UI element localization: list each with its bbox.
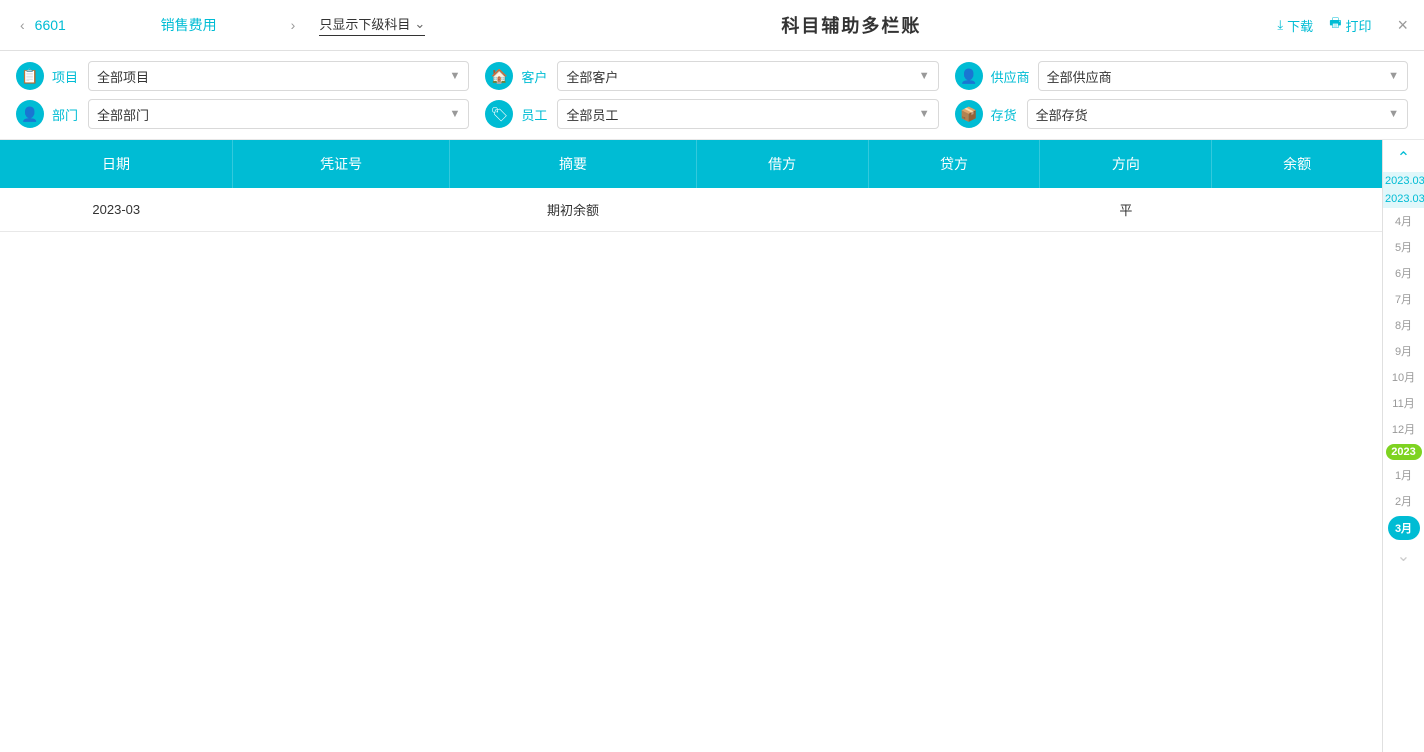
print-icon: 🖶 <box>1329 14 1341 36</box>
employee-label: 员工 <box>521 105 549 124</box>
show-sub-label: 只显示下级科目 <box>319 14 410 33</box>
download-icon: ⤓ <box>1277 17 1283 33</box>
cell-debit <box>696 188 868 232</box>
customer-icon: 🏠 <box>485 62 513 90</box>
cell-date: 2023-03 <box>0 188 233 232</box>
customer-select[interactable]: 全部客户 ▼ <box>557 61 938 91</box>
department-value: 全部部门 <box>97 105 149 124</box>
timeline-panel: ⌃ 2023.03 2023.03 4月 5月 6月 7月 8月 9月 10月 <box>1382 140 1424 752</box>
col-debit: 借方 <box>696 140 868 188</box>
cell-credit <box>868 188 1040 232</box>
customer-label: 客户 <box>521 67 549 86</box>
supplier-select[interactable]: 全部供应商 ▼ <box>1038 61 1408 91</box>
timeline-month-3-selected[interactable]: 3月 <box>1388 516 1420 540</box>
supplier-filter-row: 👤 供应商 全部供应商 ▼ <box>955 61 1408 91</box>
account-code-label: 6601 <box>35 17 155 33</box>
timeline-month-5[interactable]: 5月 <box>1383 234 1424 260</box>
department-label: 部门 <box>52 105 80 124</box>
download-button[interactable]: ⤓ 下载 <box>1277 16 1313 35</box>
table-header-row: 日期 凭证号 摘要 借方 贷方 方向 余额 <box>0 140 1382 188</box>
content-wrapper: 日期 凭证号 摘要 借方 贷方 方向 余额 2023-03 期初余额 <box>0 140 1424 752</box>
timeline-month-9[interactable]: 9月 <box>1383 338 1424 364</box>
page-title: 科目辅助多栏账 <box>425 12 1277 38</box>
top-bar: ‹ 6601 销售费用 › 只显示下级科目 ⌄ 科目辅助多栏账 ⤓ 下载 🖶 打… <box>0 0 1424 51</box>
timeline-down-arrow[interactable]: ⌄ <box>1393 542 1414 570</box>
employee-filter-row: 🏷 员工 全部员工 ▼ <box>485 99 938 129</box>
timeline-period-1[interactable]: 2023.03 <box>1383 172 1424 190</box>
supplier-arrow-icon: ▼ <box>1388 70 1399 82</box>
cell-balance <box>1212 188 1382 232</box>
timeline-month-2[interactable]: 2月 <box>1383 488 1424 514</box>
timeline-month-11[interactable]: 11月 <box>1383 390 1424 416</box>
print-button[interactable]: 🖶 打印 <box>1329 14 1371 36</box>
cell-direction: 平 <box>1040 188 1212 232</box>
customer-arrow-icon: ▼ <box>919 70 930 82</box>
inventory-arrow-icon: ▼ <box>1388 108 1399 120</box>
next-account-arrow[interactable]: › <box>287 15 300 35</box>
timeline-month-10[interactable]: 10月 <box>1383 364 1424 390</box>
inventory-select[interactable]: 全部存货 ▼ <box>1027 99 1408 129</box>
col-date: 日期 <box>0 140 233 188</box>
account-name-label: 销售费用 <box>161 15 281 35</box>
supplier-label: 供应商 <box>991 67 1030 86</box>
show-sub-toggle[interactable]: 只显示下级科目 ⌄ <box>319 14 425 36</box>
print-label: 打印 <box>1345 16 1371 35</box>
timeline-up-arrow[interactable]: ⌃ <box>1393 144 1414 172</box>
timeline-month-6[interactable]: 6月 <box>1383 260 1424 286</box>
project-arrow-icon: ▼ <box>449 70 460 82</box>
inventory-label: 存货 <box>991 105 1019 124</box>
timeline-month-4[interactable]: 4月 <box>1383 208 1424 234</box>
employee-icon: 🏷 <box>485 100 513 128</box>
table-row: 2023-03 期初余额 平 <box>0 188 1382 232</box>
supplier-icon: 👤 <box>955 62 983 90</box>
department-filter-row: 👤 部门 全部部门 ▼ <box>16 99 469 129</box>
cell-summary: 期初余额 <box>450 188 696 232</box>
prev-account-arrow[interactable]: ‹ <box>16 15 29 35</box>
col-direction: 方向 <box>1040 140 1212 188</box>
project-value: 全部项目 <box>97 67 149 86</box>
download-label: 下载 <box>1287 16 1313 35</box>
timeline-month-12[interactable]: 12月 <box>1383 416 1424 442</box>
close-button[interactable]: × <box>1397 15 1408 36</box>
inventory-value: 全部存货 <box>1036 105 1088 124</box>
data-table: 日期 凭证号 摘要 借方 贷方 方向 余额 2023-03 期初余额 <box>0 140 1382 232</box>
customer-filter-row: 🏠 客户 全部客户 ▼ <box>485 61 938 91</box>
project-select[interactable]: 全部项目 ▼ <box>88 61 469 91</box>
cell-voucher <box>233 188 450 232</box>
employee-select[interactable]: 全部员工 ▼ <box>557 99 938 129</box>
timeline-year-badge[interactable]: 2023 <box>1386 444 1422 460</box>
project-filter-row: 📋 项目 全部项目 ▼ <box>16 61 469 91</box>
col-balance: 余额 <box>1212 140 1382 188</box>
col-voucher: 凭证号 <box>233 140 450 188</box>
timeline-month-7[interactable]: 7月 <box>1383 286 1424 312</box>
table-container[interactable]: 日期 凭证号 摘要 借方 贷方 方向 余额 2023-03 期初余额 <box>0 140 1382 752</box>
col-credit: 贷方 <box>868 140 1040 188</box>
inventory-filter-row: 📦 存货 全部存货 ▼ <box>955 99 1408 129</box>
department-select[interactable]: 全部部门 ▼ <box>88 99 469 129</box>
inventory-icon: 📦 <box>955 100 983 128</box>
department-arrow-icon: ▼ <box>449 108 460 120</box>
employee-arrow-icon: ▼ <box>919 108 930 120</box>
department-icon: 👤 <box>16 100 44 128</box>
main-window: ‹ 6601 销售费用 › 只显示下级科目 ⌄ 科目辅助多栏账 ⤓ 下载 🖶 打… <box>0 0 1424 752</box>
timeline-month-8[interactable]: 8月 <box>1383 312 1424 338</box>
col-summary: 摘要 <box>450 140 696 188</box>
project-label: 项目 <box>52 67 80 86</box>
filter-area: 📋 项目 全部项目 ▼ 🏠 客户 全部客户 ▼ 👤 供应商 全部供应商 ▼ <box>0 51 1424 140</box>
top-actions: ⤓ 下载 🖶 打印 × <box>1277 14 1408 36</box>
timeline-month-1[interactable]: 1月 <box>1383 462 1424 488</box>
supplier-value: 全部供应商 <box>1047 67 1112 86</box>
employee-value: 全部员工 <box>566 105 618 124</box>
customer-value: 全部客户 <box>566 67 618 86</box>
show-sub-chevron-icon: ⌄ <box>414 16 425 32</box>
project-icon: 📋 <box>16 62 44 90</box>
account-nav: ‹ 6601 销售费用 › <box>16 15 299 35</box>
timeline-period-2[interactable]: 2023.03 <box>1383 190 1424 208</box>
